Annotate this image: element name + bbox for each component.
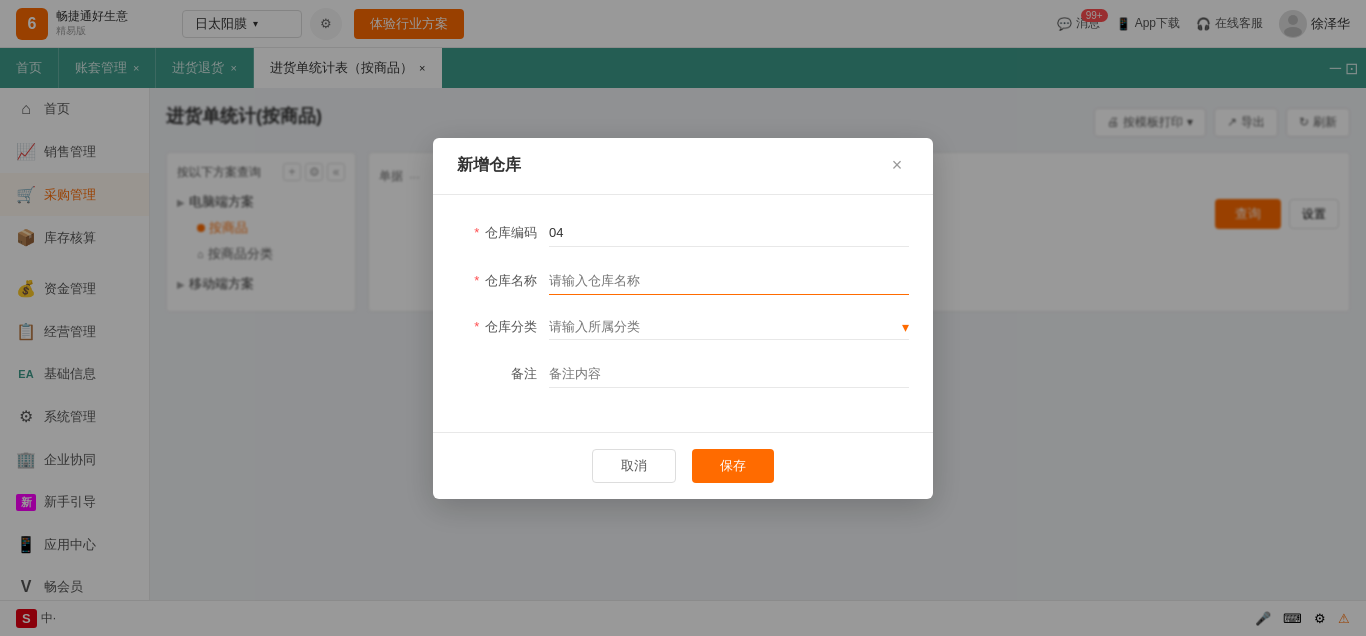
warehouse-code-row: * 仓库编码 <box>457 219 909 247</box>
category-select-wrap[interactable]: ▾ <box>549 315 909 340</box>
required-mark-code: * <box>474 225 479 240</box>
category-select-input[interactable] <box>549 319 902 334</box>
modal-body: * 仓库编码 * 仓库名称 * 仓库分类 <box>433 195 933 432</box>
modal-overlay: 新增仓库 × * 仓库编码 * 仓库名称 <box>0 0 1366 636</box>
name-label: * 仓库名称 <box>457 272 537 290</box>
modal-title: 新增仓库 <box>457 155 521 176</box>
warehouse-name-row: * 仓库名称 <box>457 267 909 295</box>
code-label: * 仓库编码 <box>457 224 537 242</box>
warehouse-category-row: * 仓库分类 ▾ <box>457 315 909 340</box>
remark-input[interactable] <box>549 360 909 388</box>
warehouse-name-input[interactable] <box>549 267 909 295</box>
remark-label: 备注 <box>457 365 537 383</box>
category-dropdown-arrow: ▾ <box>902 319 909 335</box>
required-mark-category: * <box>474 319 479 334</box>
modal-close-button[interactable]: × <box>885 154 909 178</box>
remark-row: 备注 <box>457 360 909 388</box>
cancel-button[interactable]: 取消 <box>592 449 676 483</box>
add-warehouse-modal: 新增仓库 × * 仓库编码 * 仓库名称 <box>433 138 933 499</box>
category-label: * 仓库分类 <box>457 318 537 336</box>
save-button[interactable]: 保存 <box>692 449 774 483</box>
warehouse-code-input[interactable] <box>549 219 909 247</box>
modal-footer: 取消 保存 <box>433 432 933 499</box>
modal-header: 新增仓库 × <box>433 138 933 195</box>
required-mark-name: * <box>474 273 479 288</box>
